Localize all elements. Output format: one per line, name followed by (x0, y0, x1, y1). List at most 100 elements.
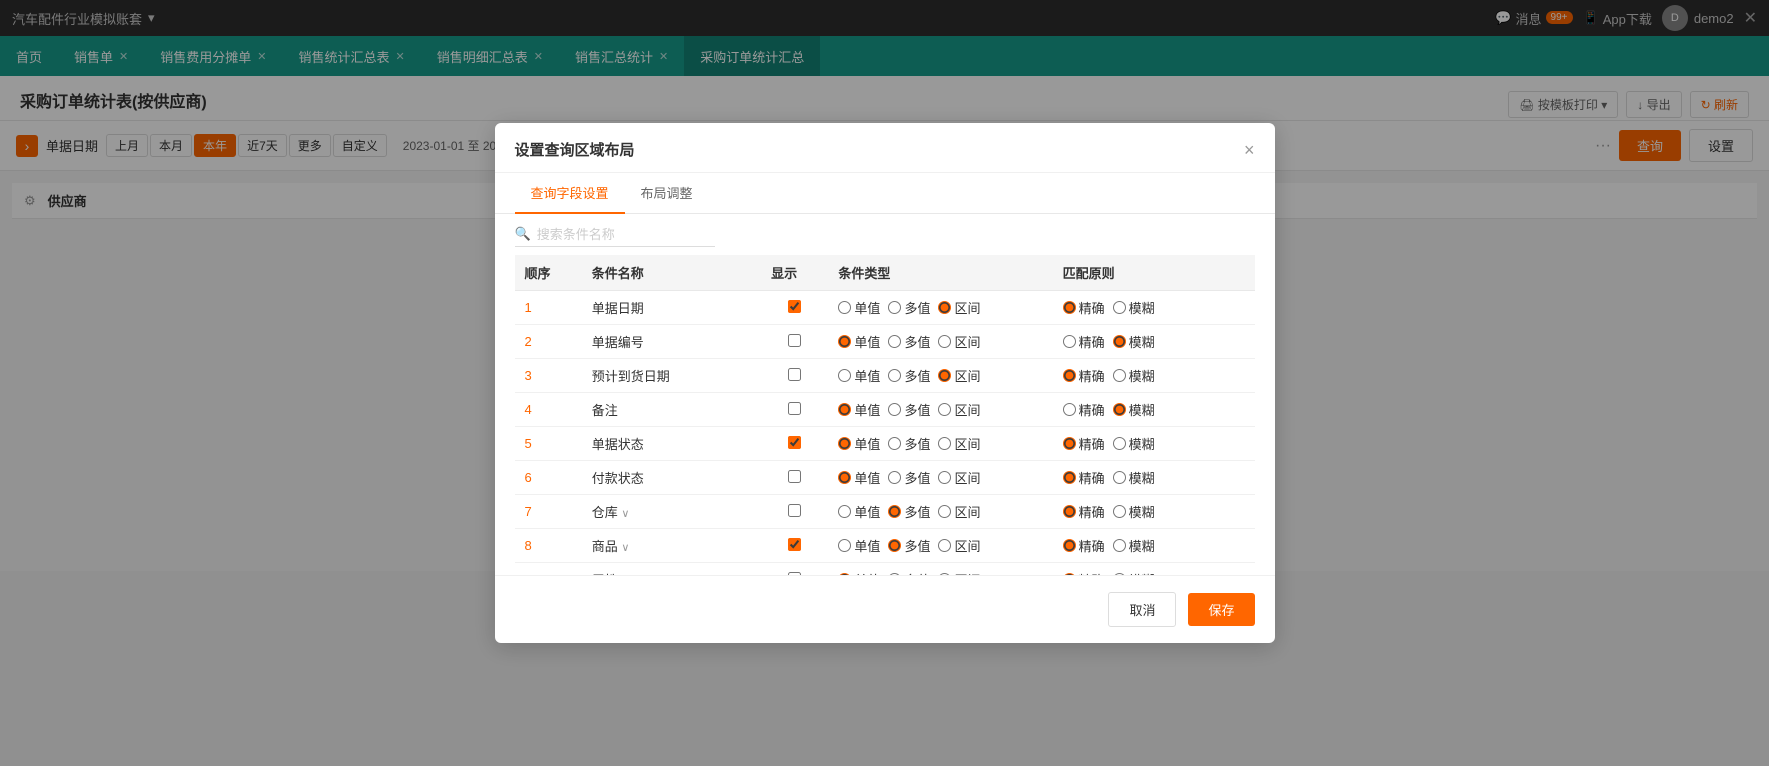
match-radio-exact[interactable]: 精确 (1063, 400, 1105, 419)
display-checkbox[interactable] (788, 504, 801, 517)
th-name: 条件名称 (582, 255, 761, 291)
match-radio-fuzzy[interactable]: 模糊 (1113, 468, 1155, 487)
match-radio-exact[interactable]: 精确 (1063, 468, 1105, 487)
row-match: 精确模糊 (1053, 291, 1255, 325)
dialog-header: 设置查询区域布局 × (495, 123, 1275, 173)
search-icon: 🔍 (515, 226, 531, 242)
row-name: 单据状态 (582, 427, 761, 461)
row-order: 5 (515, 427, 582, 461)
dialog-close-btn[interactable]: × (1244, 141, 1255, 159)
save-btn[interactable]: 保存 (1188, 593, 1254, 626)
match-radio-exact[interactable]: 精确 (1063, 366, 1105, 385)
th-type: 条件类型 (828, 255, 1052, 291)
match-radio-exact[interactable]: 精确 (1063, 536, 1105, 555)
type-radio-single[interactable]: 单值 (838, 434, 880, 453)
row-display (761, 427, 828, 461)
match-radio-fuzzy[interactable]: 模糊 (1113, 434, 1155, 453)
table-row: 1单据日期单值多值区间精确模糊 (515, 291, 1255, 325)
row-match: 精确模糊 (1053, 495, 1255, 529)
type-radio-range[interactable]: 区间 (938, 434, 980, 453)
row-match: 精确模糊 (1053, 325, 1255, 359)
type-radio-range[interactable]: 区间 (938, 332, 980, 351)
match-radio-exact[interactable]: 精确 (1063, 332, 1105, 351)
type-radio-range[interactable]: 区间 (938, 400, 980, 419)
match-radio-exact[interactable]: 精确 (1063, 434, 1105, 453)
match-radio-exact[interactable]: 精确 (1063, 298, 1105, 317)
row-type: 单值多值区间 (828, 427, 1052, 461)
display-checkbox[interactable] (788, 436, 801, 449)
match-radio-fuzzy[interactable]: 模糊 (1113, 502, 1155, 521)
display-checkbox[interactable] (788, 402, 801, 415)
row-order: 3 (515, 359, 582, 393)
th-display: 显示 (761, 255, 828, 291)
match-radio-fuzzy[interactable]: 模糊 (1113, 298, 1155, 317)
type-radio-multi[interactable]: 多值 (888, 366, 930, 385)
row-order: 2 (515, 325, 582, 359)
table-row: 9属性 ∨单值多值区间精确模糊 (515, 563, 1255, 576)
dialog-tabs: 查询字段设置 布局调整 (495, 173, 1275, 214)
table-header-row: 顺序 条件名称 显示 条件类型 匹配原则 (515, 255, 1255, 291)
type-radio-single[interactable]: 单值 (838, 298, 880, 317)
row-type: 单值多值区间 (828, 325, 1052, 359)
row-match: 精确模糊 (1053, 359, 1255, 393)
type-radio-single[interactable]: 单值 (838, 536, 880, 555)
row-match: 精确模糊 (1053, 393, 1255, 427)
row-type: 单值多值区间 (828, 529, 1052, 563)
display-checkbox[interactable] (788, 368, 801, 381)
display-checkbox[interactable] (788, 538, 801, 551)
dialog-search: 🔍 (495, 214, 1275, 255)
match-radio-fuzzy[interactable]: 模糊 (1113, 366, 1155, 385)
tab-query-fields[interactable]: 查询字段设置 (515, 173, 625, 214)
row-match: 精确模糊 (1053, 461, 1255, 495)
type-radio-multi[interactable]: 多值 (888, 332, 930, 351)
match-radio-fuzzy[interactable]: 模糊 (1113, 400, 1155, 419)
display-checkbox[interactable] (788, 334, 801, 347)
row-name: 单据编号 (582, 325, 761, 359)
match-radio-exact[interactable]: 精确 (1063, 502, 1105, 521)
display-checkbox[interactable] (788, 300, 801, 313)
type-radio-range[interactable]: 区间 (938, 366, 980, 385)
display-checkbox[interactable] (788, 470, 801, 483)
row-order: 8 (515, 529, 582, 563)
row-display (761, 393, 828, 427)
row-order: 9 (515, 563, 582, 576)
type-radio-multi[interactable]: 多值 (888, 400, 930, 419)
match-radio-fuzzy[interactable]: 模糊 (1113, 332, 1155, 351)
row-match: 精确模糊 (1053, 563, 1255, 576)
type-radio-single[interactable]: 单值 (838, 366, 880, 385)
table-row: 4备注单值多值区间精确模糊 (515, 393, 1255, 427)
type-radio-single[interactable]: 单值 (838, 332, 880, 351)
modal-overlay: 设置查询区域布局 × 查询字段设置 布局调整 🔍 顺序 条件名称 (0, 0, 1769, 766)
row-display (761, 325, 828, 359)
row-display (761, 529, 828, 563)
dialog: 设置查询区域布局 × 查询字段设置 布局调整 🔍 顺序 条件名称 (495, 123, 1275, 643)
type-radio-single[interactable]: 单值 (838, 502, 880, 521)
table-row: 7仓库 ∨单值多值区间精确模糊 (515, 495, 1255, 529)
row-display (761, 291, 828, 325)
type-radio-single[interactable]: 单值 (838, 468, 880, 487)
type-radio-range[interactable]: 区间 (938, 536, 980, 555)
type-radio-single[interactable]: 单值 (838, 400, 880, 419)
type-radio-multi[interactable]: 多值 (888, 298, 930, 317)
table-row: 6付款状态单值多值区间精确模糊 (515, 461, 1255, 495)
row-name: 备注 (582, 393, 761, 427)
search-input[interactable] (537, 227, 697, 242)
tab-layout[interactable]: 布局调整 (625, 173, 709, 214)
type-radio-range[interactable]: 区间 (938, 502, 980, 521)
row-type: 单值多值区间 (828, 495, 1052, 529)
type-radio-multi[interactable]: 多值 (888, 502, 930, 521)
match-radio-fuzzy[interactable]: 模糊 (1113, 536, 1155, 555)
row-type: 单值多值区间 (828, 563, 1052, 576)
row-type: 单值多值区间 (828, 461, 1052, 495)
dialog-table-wrap: 顺序 条件名称 显示 条件类型 匹配原则 1单据日期单值多值区间精确模糊2单据编… (495, 255, 1275, 575)
type-radio-range[interactable]: 区间 (938, 468, 980, 487)
scrollable-table: 顺序 条件名称 显示 条件类型 匹配原则 1单据日期单值多值区间精确模糊2单据编… (515, 255, 1255, 575)
type-radio-multi[interactable]: 多值 (888, 434, 930, 453)
dialog-footer: 取消 保存 (495, 575, 1275, 643)
type-radio-range[interactable]: 区间 (938, 298, 980, 317)
type-radio-multi[interactable]: 多值 (888, 536, 930, 555)
table-row: 8商品 ∨单值多值区间精确模糊 (515, 529, 1255, 563)
type-radio-multi[interactable]: 多值 (888, 468, 930, 487)
conditions-table: 顺序 条件名称 显示 条件类型 匹配原则 1单据日期单值多值区间精确模糊2单据编… (515, 255, 1255, 575)
cancel-btn[interactable]: 取消 (1108, 592, 1176, 627)
